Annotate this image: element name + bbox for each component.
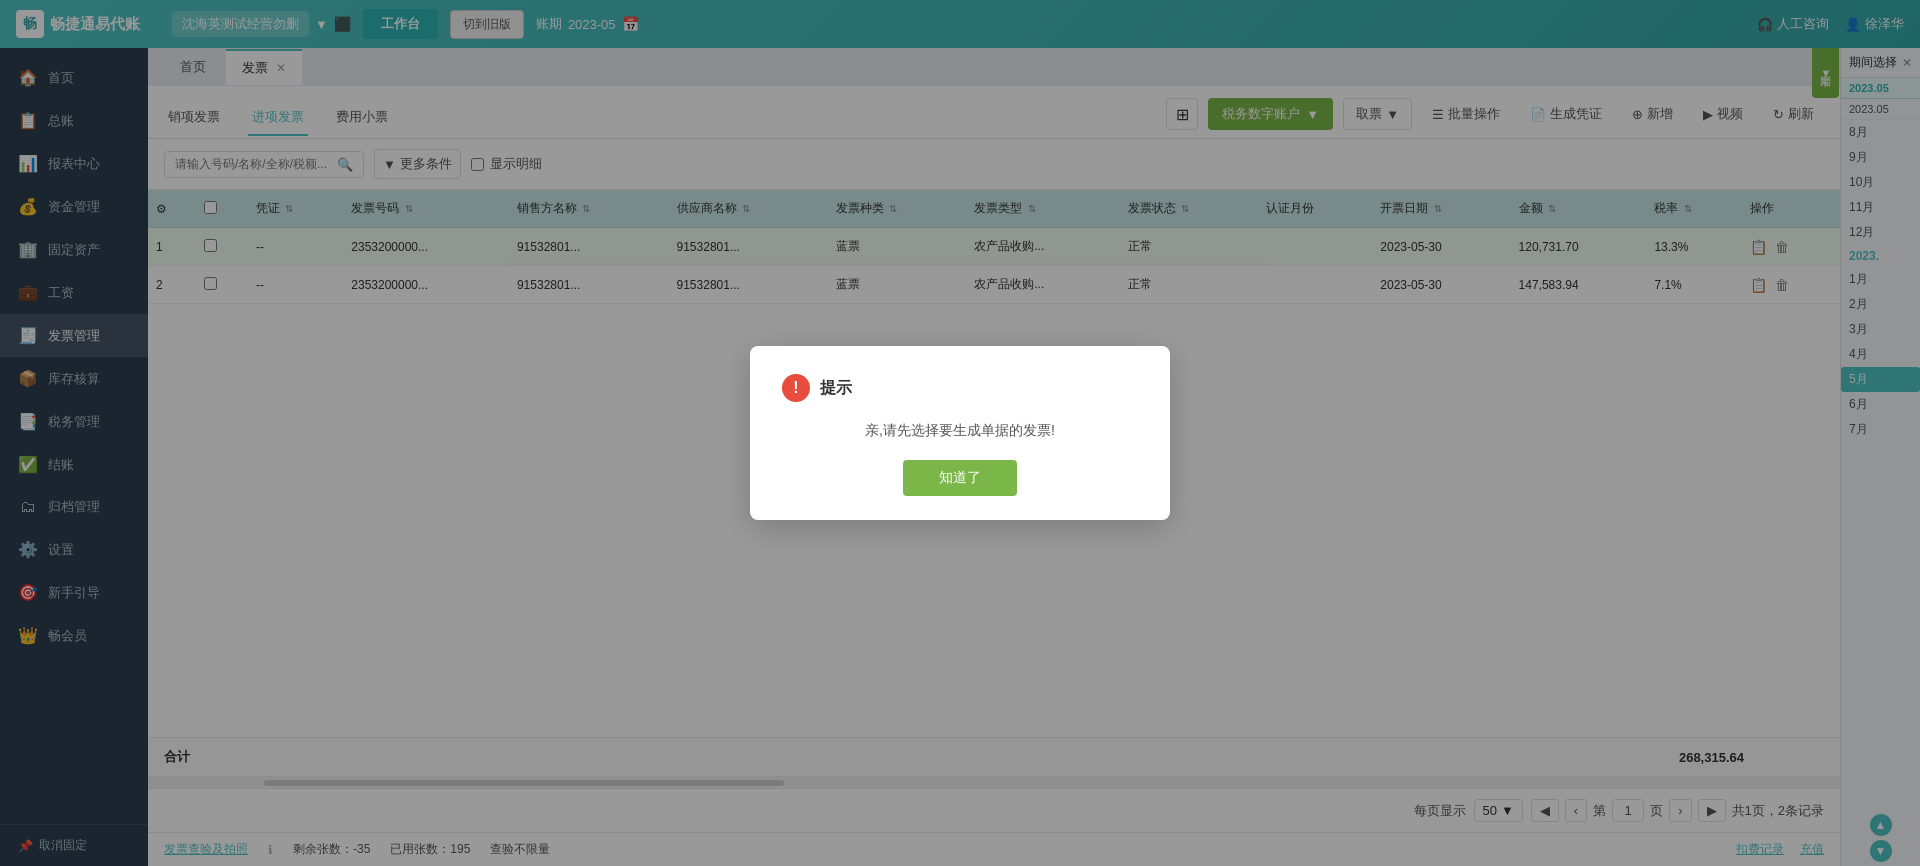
modal-title: 提示 xyxy=(820,378,852,399)
modal-footer: 知道了 xyxy=(782,460,1138,496)
alert-modal: ! 提示 亲,请先选择要生成单据的发票! 知道了 xyxy=(750,346,1170,520)
modal-message: 亲,请先选择要生成单据的发票! xyxy=(782,422,1138,440)
modal-overlay: ! 提示 亲,请先选择要生成单据的发票! 知道了 xyxy=(0,0,1920,866)
warning-icon: ! xyxy=(782,374,810,402)
modal-title-row: ! 提示 xyxy=(782,374,1138,402)
modal-ok-button[interactable]: 知道了 xyxy=(903,460,1017,496)
